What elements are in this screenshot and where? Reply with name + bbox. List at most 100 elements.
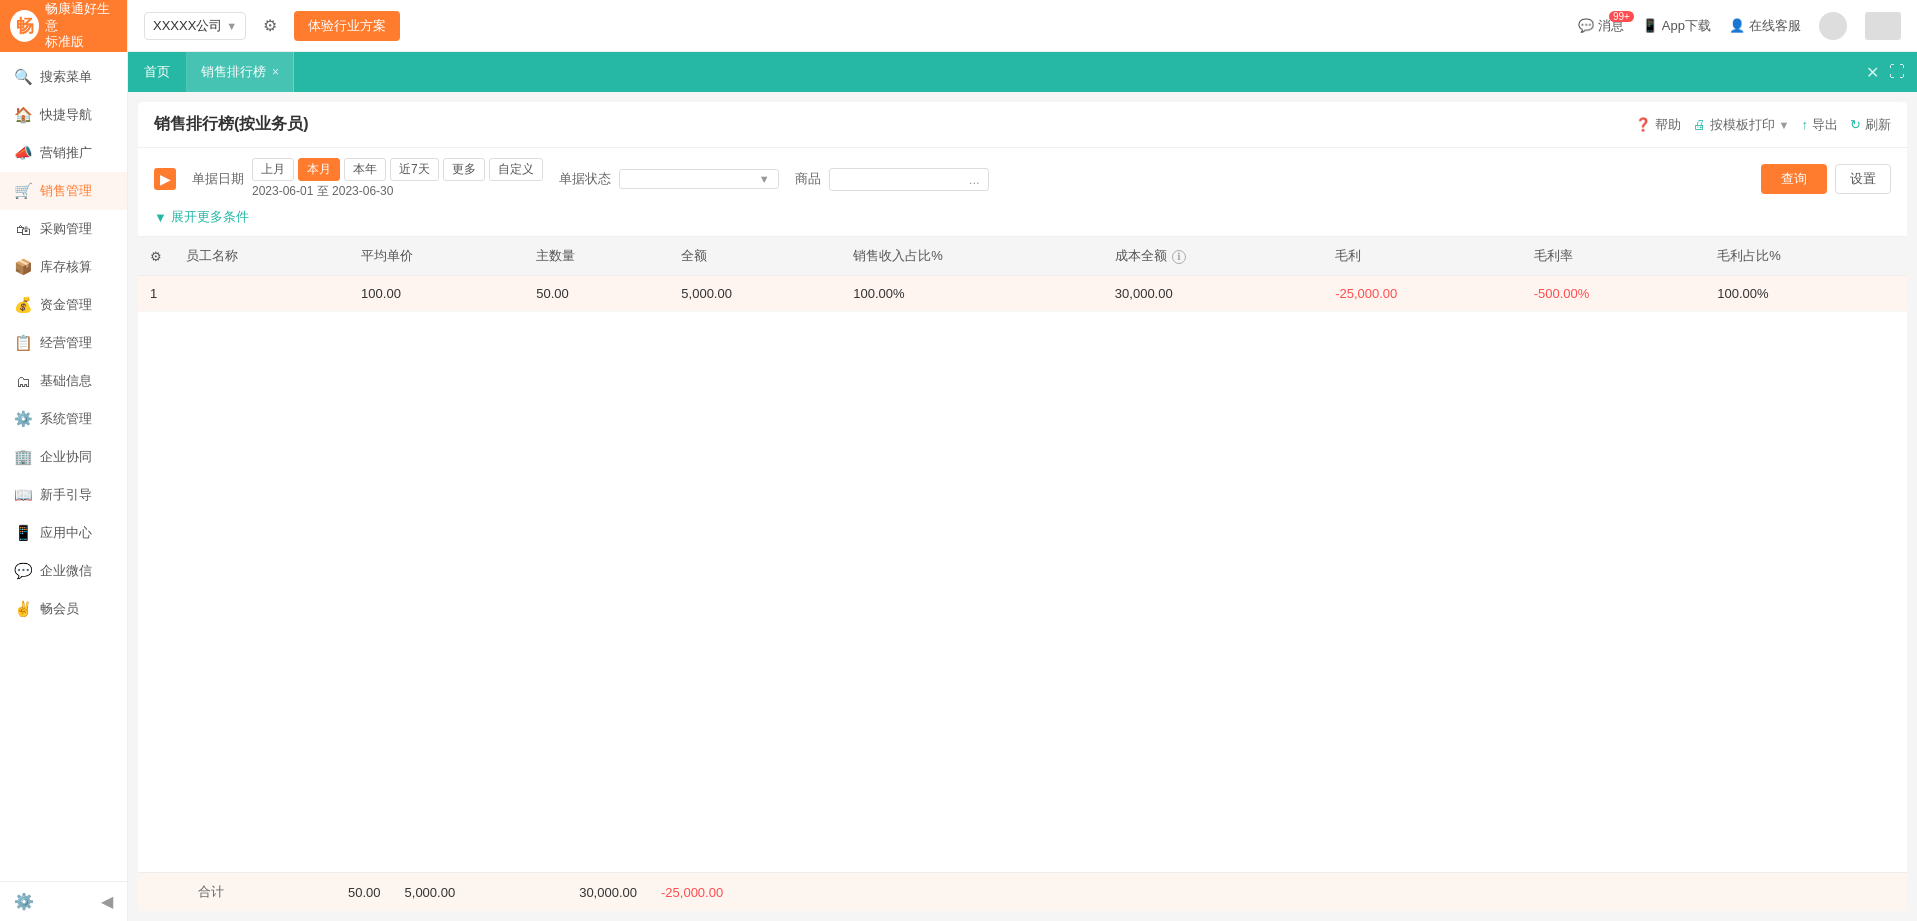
sidebar-item-basic[interactable]: 🗂 基础信息: [0, 362, 127, 400]
filter-goods-item: 商品 ...: [795, 168, 989, 191]
date-custom-btn[interactable]: 自定义: [489, 158, 543, 181]
th-sales-pct: 销售收入占比%: [841, 237, 1103, 276]
date-more-btn[interactable]: 更多: [443, 158, 485, 181]
export-icon: ↑: [1802, 117, 1809, 132]
cell-gross-pct-0: 100.00%: [1705, 276, 1907, 312]
th-avg-price: 平均单价: [349, 237, 524, 276]
nav-icon-sales: 🛒: [14, 182, 32, 200]
export-button[interactable]: ↑ 导出: [1802, 116, 1839, 134]
date-cur-btn[interactable]: 本月: [298, 158, 340, 181]
expand-more-btn[interactable]: ▼ 展开更多条件: [154, 208, 1891, 226]
filter-status-label: 单据状态: [559, 170, 611, 188]
nav-icon-operation: 📋: [14, 334, 32, 352]
goods-more-icon[interactable]: ...: [969, 172, 980, 187]
nav-icon-corp: 🏢: [14, 448, 32, 466]
sidebar-item-search[interactable]: 🔍 搜索菜单: [0, 58, 127, 96]
filter-area: ▶ 单据日期 上月 本月 本年 近7天 更多 自定义: [138, 148, 1907, 237]
print-button[interactable]: 🖨 按模板打印 ▼: [1693, 116, 1790, 134]
online-service-button[interactable]: 👤 在线客服: [1729, 17, 1801, 35]
status-chevron-icon: ▼: [759, 173, 770, 185]
nav-label-finance: 资金管理: [40, 296, 92, 314]
tab-close-window-icon[interactable]: ✕: [1866, 63, 1879, 82]
help-button[interactable]: ❓ 帮助: [1635, 116, 1681, 134]
date-range: 2023-06-01 至 2023-06-30: [252, 183, 543, 200]
date-buttons: 上月 本月 本年 近7天 更多 自定义: [252, 158, 543, 181]
nav-icon-finance: 💰: [14, 296, 32, 314]
sidebar-settings-icon[interactable]: ⚙️: [14, 892, 34, 911]
sidebar-item-marketing[interactable]: 📣 营销推广: [0, 134, 127, 172]
nav-label-member: 畅会员: [40, 600, 79, 618]
cell-avg-price-0: 100.00: [349, 276, 524, 312]
sidebar-nav: 🔍 搜索菜单 🏠 快捷导航 📣 营销推广 🛒 销售管理 🛍 采购管理 📦 库存核…: [0, 52, 127, 881]
company-select[interactable]: XXXXX公司 ▼: [144, 12, 246, 40]
nav-icon-system: ⚙️: [14, 410, 32, 428]
sidebar-item-guide[interactable]: 📖 新手引导: [0, 476, 127, 514]
cell-sales-pct-0: 100.00%: [841, 276, 1103, 312]
footer-cost: 30,000.00: [567, 885, 649, 900]
filter-status-item: 单据状态 ▼: [559, 169, 779, 189]
nav-icon-apps: 📱: [14, 524, 32, 542]
refresh-button[interactable]: ↻ 刷新: [1850, 116, 1891, 134]
sidebar-item-corp[interactable]: 🏢 企业协同: [0, 438, 127, 476]
th-gross: 毛利: [1323, 237, 1522, 276]
sidebar-bottom: ⚙️ ◀: [0, 881, 127, 921]
date-year-btn[interactable]: 本年: [344, 158, 386, 181]
cost-info-icon[interactable]: ℹ: [1172, 250, 1186, 264]
sidebar-item-purchase[interactable]: 🛍 采购管理: [0, 210, 127, 248]
tab-home[interactable]: 首页: [128, 52, 187, 92]
sidebar-item-wechat[interactable]: 💬 企业微信: [0, 552, 127, 590]
gear-button[interactable]: ⚙: [256, 12, 284, 40]
filter-buttons: 查询 设置: [1761, 164, 1891, 194]
table-wrap: ⚙ 员工名称 平均单价 主数量 全额 销售收入占比% 成本全额 ℹ 毛利 毛利率…: [138, 237, 1907, 872]
nav-label-apps: 应用中心: [40, 524, 92, 542]
sidebar-item-sales[interactable]: 🛒 销售管理: [0, 172, 127, 210]
avatar[interactable]: [1819, 12, 1847, 40]
logo-icon: 畅: [10, 10, 39, 42]
industry-button[interactable]: 体验行业方案: [294, 11, 400, 41]
filter-goods-input[interactable]: ...: [829, 168, 989, 191]
sidebar-item-inventory[interactable]: 📦 库存核算: [0, 248, 127, 286]
cell-amount-0: 5,000.00: [669, 276, 841, 312]
company-chevron-icon: ▼: [226, 20, 237, 32]
nav-label-basic: 基础信息: [40, 372, 92, 390]
logo-text: 畅康通好生意 标准版: [45, 1, 117, 52]
nav-label-system: 系统管理: [40, 410, 92, 428]
nav-label-quick-nav: 快捷导航: [40, 106, 92, 124]
th-gross-rate: 毛利率: [1522, 237, 1706, 276]
expand-more-label: 展开更多条件: [171, 208, 249, 226]
cell-gross-0: -25,000.00: [1323, 276, 1522, 312]
date-prev-btn[interactable]: 上月: [252, 158, 294, 181]
footer-label: 合计: [186, 883, 236, 901]
th-name: 员工名称: [174, 237, 349, 276]
nav-icon-guide: 📖: [14, 486, 32, 504]
sidebar-logo: 畅 畅康通好生意 标准版: [0, 0, 127, 52]
filter-goods-label: 商品: [795, 170, 821, 188]
nav-label-wechat: 企业微信: [40, 562, 92, 580]
tab-sales-ranking[interactable]: 销售排行榜 ×: [187, 52, 294, 92]
sidebar-item-system[interactable]: ⚙️ 系统管理: [0, 400, 127, 438]
date-7days-btn[interactable]: 近7天: [390, 158, 439, 181]
tab-controls: ✕ ⛶: [1854, 63, 1917, 82]
user-name-area: [1865, 12, 1901, 40]
tab-label: 销售排行榜: [201, 63, 266, 81]
tab-close-icon[interactable]: ×: [272, 65, 279, 79]
nav-label-marketing: 营销推广: [40, 144, 92, 162]
data-table: ⚙ 员工名称 平均单价 主数量 全额 销售收入占比% 成本全额 ℹ 毛利 毛利率…: [138, 237, 1907, 312]
filter-status-select[interactable]: ▼: [619, 169, 779, 189]
sidebar-item-member[interactable]: ✌️ 畅会员: [0, 590, 127, 628]
sidebar-item-finance[interactable]: 💰 资金管理: [0, 286, 127, 324]
sidebar-item-operation[interactable]: 📋 经营管理: [0, 324, 127, 362]
app-download-icon: 📱: [1642, 18, 1658, 33]
filter-expand-arrow[interactable]: ▶: [154, 168, 176, 190]
setting-button[interactable]: 设置: [1835, 164, 1891, 194]
query-button[interactable]: 查询: [1761, 164, 1827, 194]
th-amount: 全额: [669, 237, 841, 276]
message-button[interactable]: 💬 消息 99+: [1578, 17, 1624, 35]
cell-qty-0: 50.00: [524, 276, 669, 312]
nav-icon-search: 🔍: [14, 68, 32, 86]
sidebar-collapse-icon[interactable]: ◀: [101, 892, 113, 911]
app-download-button[interactable]: 📱 App下载: [1642, 17, 1711, 35]
sidebar-item-apps[interactable]: 📱 应用中心: [0, 514, 127, 552]
tab-maximize-icon[interactable]: ⛶: [1889, 63, 1905, 81]
sidebar-item-quick-nav[interactable]: 🏠 快捷导航: [0, 96, 127, 134]
